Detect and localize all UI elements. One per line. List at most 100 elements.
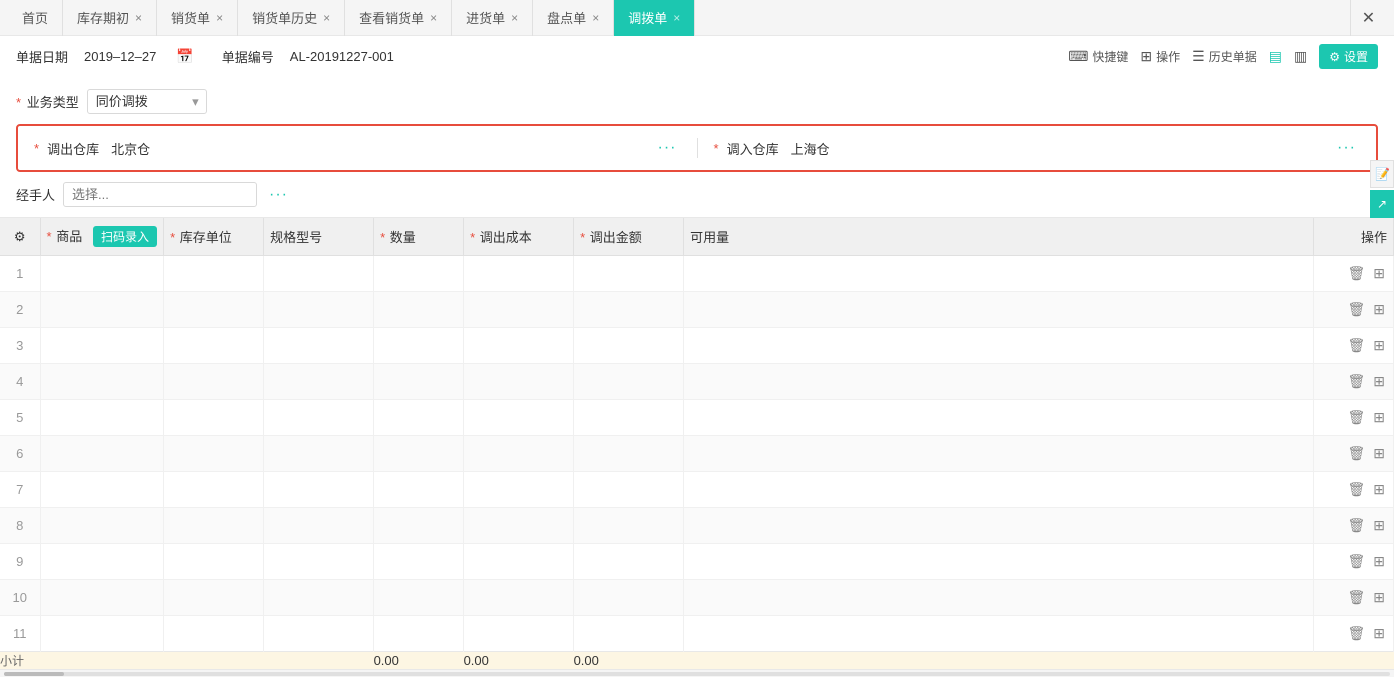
tab-sales-order[interactable]: 销货单 ×	[157, 0, 238, 36]
row-amount[interactable]	[574, 580, 684, 616]
row-qty[interactable]	[374, 328, 464, 364]
row-amount[interactable]	[574, 256, 684, 292]
delete-icon[interactable]: 🗑	[1345, 263, 1367, 284]
row-available[interactable]	[684, 580, 1314, 616]
row-spec[interactable]	[264, 580, 374, 616]
out-warehouse-more-btn[interactable]: ···	[654, 139, 681, 157]
person-input[interactable]	[63, 182, 257, 207]
row-qty[interactable]	[374, 400, 464, 436]
row-available[interactable]	[684, 364, 1314, 400]
window-close-button[interactable]: ✕	[1350, 0, 1386, 36]
tab-purchase[interactable]: 进货单 ×	[452, 0, 533, 36]
row-cost[interactable]	[464, 508, 574, 544]
row-product[interactable]	[40, 544, 164, 580]
row-amount[interactable]	[574, 436, 684, 472]
copy-icon[interactable]: ⊞	[1371, 299, 1387, 320]
gear-icon[interactable]: ⚙	[14, 229, 26, 244]
row-unit[interactable]	[164, 292, 264, 328]
row-spec[interactable]	[264, 508, 374, 544]
business-type-select[interactable]: 同价调拨	[87, 89, 207, 114]
row-product[interactable]	[40, 292, 164, 328]
row-product[interactable]	[40, 400, 164, 436]
delete-icon[interactable]: 🗑	[1345, 479, 1367, 500]
tab-view-sales[interactable]: 查看销货单 ×	[345, 0, 452, 36]
row-available[interactable]	[684, 400, 1314, 436]
row-qty[interactable]	[374, 256, 464, 292]
scroll-bar[interactable]	[0, 669, 1394, 677]
delete-icon[interactable]: 🗑	[1345, 551, 1367, 572]
calendar-icon[interactable]: 📅	[176, 48, 193, 65]
row-amount[interactable]	[574, 400, 684, 436]
row-amount[interactable]	[574, 508, 684, 544]
shortcut-btn[interactable]: ⌨ 快捷键	[1068, 48, 1128, 65]
row-cost[interactable]	[464, 292, 574, 328]
row-product[interactable]	[40, 472, 164, 508]
copy-icon[interactable]: ⊞	[1371, 587, 1387, 608]
row-available[interactable]	[684, 508, 1314, 544]
copy-icon[interactable]: ⊞	[1371, 443, 1387, 464]
row-product[interactable]	[40, 436, 164, 472]
settings-button[interactable]: ⚙ 设置	[1319, 44, 1378, 69]
row-unit[interactable]	[164, 364, 264, 400]
delete-icon[interactable]: 🗑	[1345, 407, 1367, 428]
row-cost[interactable]	[464, 400, 574, 436]
row-spec[interactable]	[264, 544, 374, 580]
row-unit[interactable]	[164, 328, 264, 364]
tab-close-stocktake[interactable]: ×	[592, 11, 599, 25]
row-amount[interactable]	[574, 472, 684, 508]
row-cost[interactable]	[464, 580, 574, 616]
row-cost[interactable]	[464, 436, 574, 472]
tab-close-purchase[interactable]: ×	[511, 11, 518, 25]
row-unit[interactable]	[164, 508, 264, 544]
row-product[interactable]	[40, 256, 164, 292]
row-qty[interactable]	[374, 580, 464, 616]
row-product[interactable]	[40, 580, 164, 616]
row-cost[interactable]	[464, 256, 574, 292]
right-float-note-btn[interactable]: 📝	[1370, 160, 1394, 188]
delete-icon[interactable]: 🗑	[1345, 371, 1367, 392]
row-available[interactable]	[684, 328, 1314, 364]
row-spec[interactable]	[264, 436, 374, 472]
tab-home[interactable]: 首页	[8, 0, 63, 36]
row-spec[interactable]	[264, 472, 374, 508]
delete-icon[interactable]: 🗑	[1345, 335, 1367, 356]
row-cost[interactable]	[464, 472, 574, 508]
row-qty[interactable]	[374, 544, 464, 580]
row-available[interactable]	[684, 472, 1314, 508]
list-view-btn[interactable]: ▥	[1294, 48, 1307, 65]
row-qty[interactable]	[374, 436, 464, 472]
row-qty[interactable]	[374, 292, 464, 328]
row-qty[interactable]	[374, 508, 464, 544]
row-amount[interactable]	[574, 364, 684, 400]
delete-icon[interactable]: 🗑	[1345, 299, 1367, 320]
tab-close-sales-history[interactable]: ×	[323, 11, 330, 25]
row-unit[interactable]	[164, 400, 264, 436]
row-unit[interactable]	[164, 256, 264, 292]
tab-transfer[interactable]: 调拨单 ×	[614, 0, 695, 36]
row-unit[interactable]	[164, 472, 264, 508]
tab-close-sales-order[interactable]: ×	[216, 11, 223, 25]
row-amount[interactable]	[574, 328, 684, 364]
row-qty[interactable]	[374, 364, 464, 400]
right-float-expand-btn[interactable]: ↗	[1370, 190, 1394, 218]
delete-icon[interactable]: 🗑	[1345, 515, 1367, 536]
row-spec[interactable]	[264, 256, 374, 292]
operation-btn[interactable]: ⊞ 操作	[1140, 48, 1180, 65]
in-warehouse-more-btn[interactable]: ···	[1333, 139, 1360, 157]
copy-icon[interactable]: ⊞	[1371, 263, 1387, 284]
delete-icon[interactable]: 🗑	[1345, 443, 1367, 464]
row-spec[interactable]	[264, 292, 374, 328]
tab-inventory-init[interactable]: 库存期初 ×	[63, 0, 157, 36]
row-available[interactable]	[684, 544, 1314, 580]
person-more-btn[interactable]: ···	[265, 186, 292, 204]
delete-icon[interactable]: 🗑	[1345, 587, 1367, 608]
grid-view-btn[interactable]: ▤	[1269, 48, 1282, 65]
row-unit[interactable]	[164, 436, 264, 472]
tab-close-inventory-init[interactable]: ×	[135, 11, 142, 25]
row-spec[interactable]	[264, 400, 374, 436]
copy-icon[interactable]: ⊞	[1371, 515, 1387, 536]
row-amount[interactable]	[574, 544, 684, 580]
row-unit[interactable]	[164, 580, 264, 616]
row-available[interactable]	[684, 436, 1314, 472]
copy-icon[interactable]: ⊞	[1371, 551, 1387, 572]
